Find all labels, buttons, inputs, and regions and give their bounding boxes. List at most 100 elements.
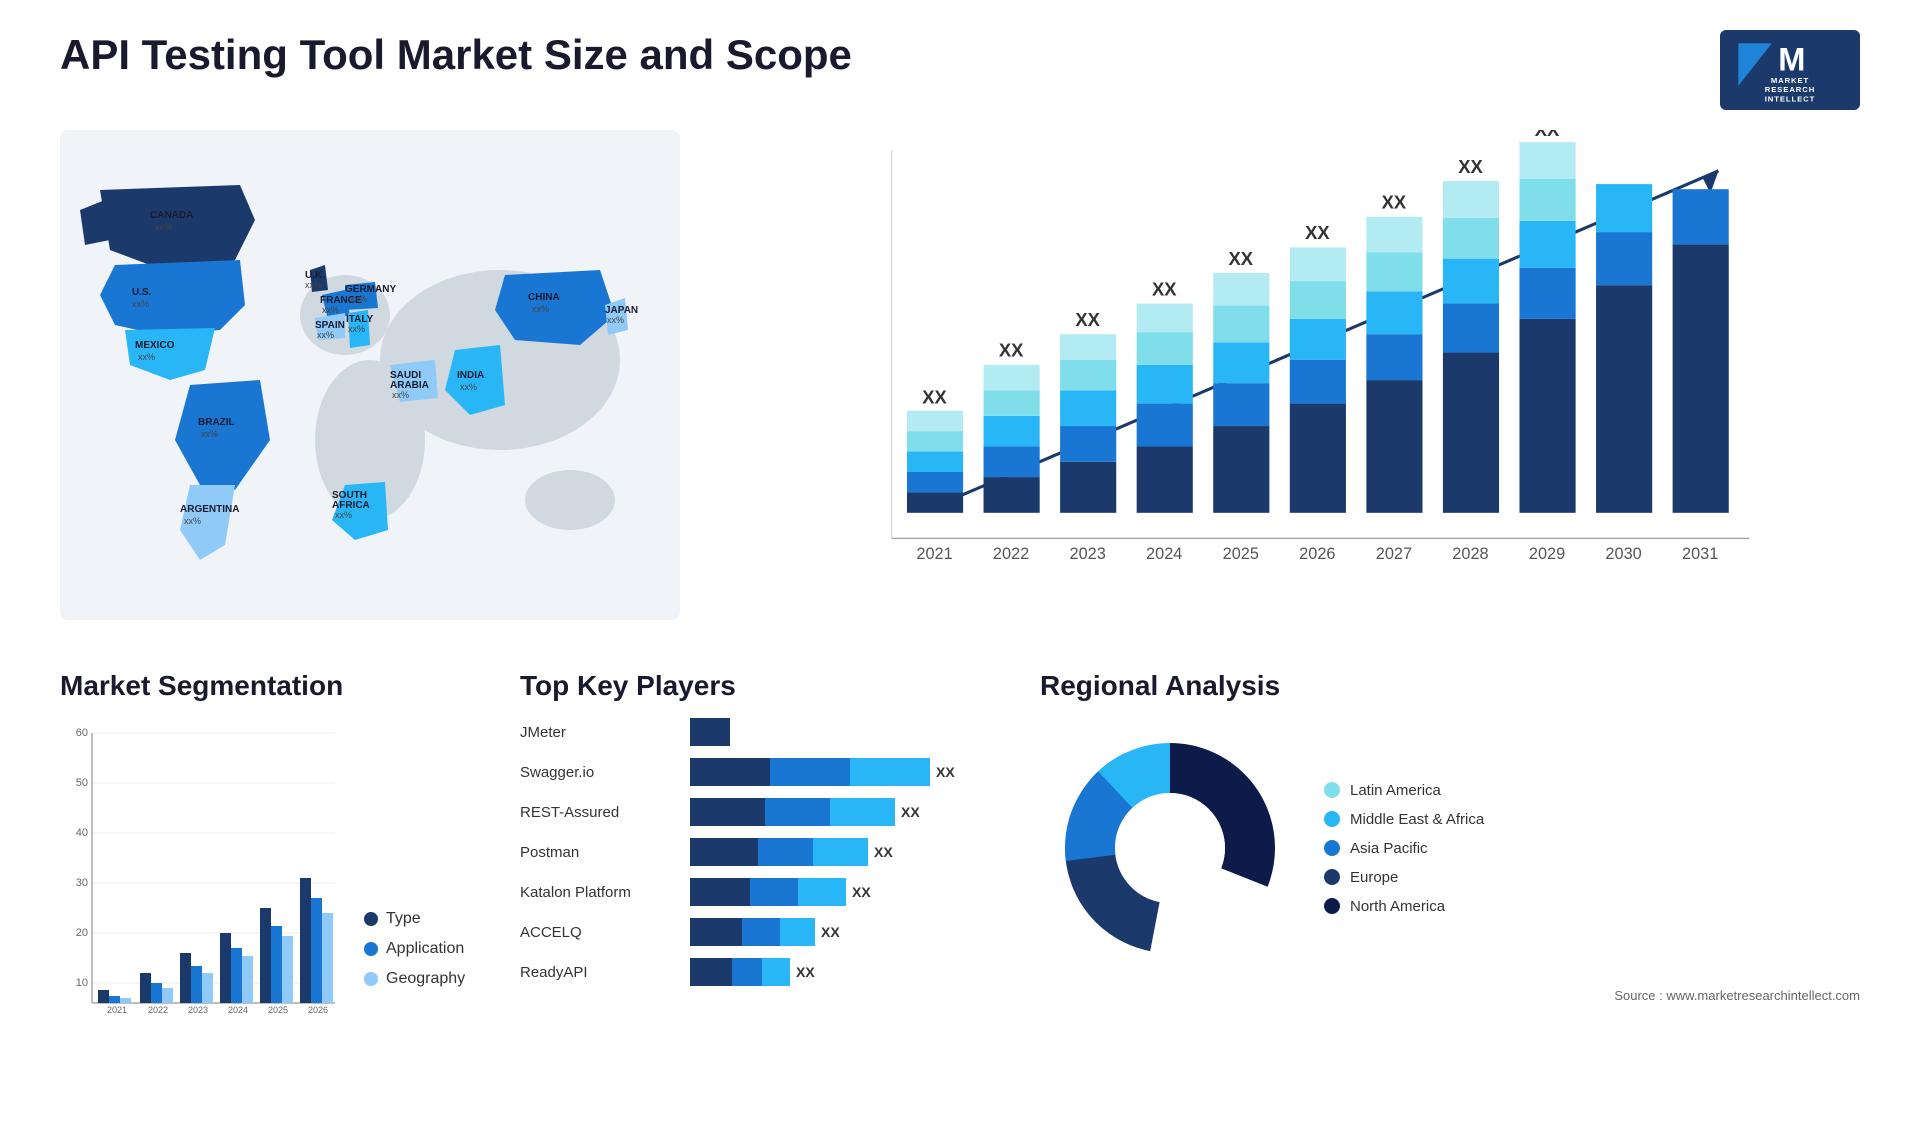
middle-east-africa-dot [1324, 811, 1340, 827]
geography-label: Geography [386, 970, 465, 988]
svg-text:U.S.: U.S. [132, 287, 152, 298]
player-bar [690, 758, 930, 786]
bar-seg3 [813, 838, 868, 866]
svg-text:xx%: xx% [335, 510, 352, 520]
geography-dot [364, 972, 378, 986]
bar-seg1 [690, 798, 765, 826]
bar-seg3 [762, 958, 790, 986]
europe-label: Europe [1350, 869, 1398, 886]
latin-america-dot [1324, 782, 1340, 798]
svg-text:xx%: xx% [392, 390, 409, 400]
svg-text:ARGENTINA: ARGENTINA [180, 504, 239, 515]
page-title: API Testing Tool Market Size and Scope [60, 30, 852, 80]
legend-north-america: North America [1324, 898, 1484, 915]
svg-text:2028: 2028 [1452, 545, 1488, 563]
svg-text:XX: XX [999, 340, 1024, 361]
svg-text:XX: XX [1382, 192, 1407, 213]
svg-text:2027: 2027 [1376, 545, 1412, 563]
svg-text:CANADA: CANADA [150, 210, 193, 221]
north-america-dot [1324, 898, 1340, 914]
player-xx: XX [821, 924, 840, 940]
svg-text:XX: XX [1229, 248, 1254, 269]
svg-text:CHINA: CHINA [528, 292, 560, 303]
bar-seg2 [732, 958, 762, 986]
map-container: CANADA xx% U.S. xx% MEXICO xx% BRAZIL xx… [60, 130, 680, 620]
legend-middle-east-africa: Middle East & Africa [1324, 811, 1484, 828]
player-xx: XX [901, 804, 920, 820]
player-name: JMeter [520, 724, 680, 741]
svg-text:2025: 2025 [268, 1005, 288, 1015]
svg-text:xx%: xx% [184, 516, 201, 526]
logo-area: M MARKET RESEARCH INTELLECT [1720, 30, 1860, 110]
svg-text:10: 10 [76, 977, 88, 989]
player-bar [690, 918, 815, 946]
player-bar-wrap: XX [690, 798, 1000, 826]
seg-chart-area: 60 50 40 30 20 10 [60, 718, 480, 1018]
player-row: Swagger.io XX [520, 758, 1000, 786]
svg-text:XX: XX [1305, 222, 1330, 243]
player-row: Postman XX [520, 838, 1000, 866]
player-bar-wrap: XX [690, 958, 1000, 986]
svg-text:XX: XX [1075, 309, 1100, 330]
svg-text:xx%: xx% [607, 315, 624, 325]
svg-text:2021: 2021 [916, 545, 952, 563]
regional-title: Regional Analysis [1040, 670, 1860, 702]
svg-text:2023: 2023 [188, 1005, 208, 1015]
player-bar [690, 878, 846, 906]
svg-text:xx%: xx% [155, 222, 172, 232]
player-bar [690, 838, 868, 866]
player-xx: XX [796, 964, 815, 980]
player-bar-wrap: XX [690, 918, 1000, 946]
svg-text:XX: XX [1152, 278, 1177, 299]
middle-east-africa-label: Middle East & Africa [1350, 811, 1484, 828]
player-bar-wrap [690, 718, 1000, 746]
europe-dot [1324, 869, 1340, 885]
bar-seg3 [798, 878, 846, 906]
svg-text:MARKET: MARKET [1771, 76, 1809, 85]
north-america-label: North America [1350, 898, 1445, 915]
application-label: Application [386, 940, 464, 958]
svg-text:XX: XX [1458, 156, 1483, 177]
player-xx: XX [874, 844, 893, 860]
logo-box: M MARKET RESEARCH INTELLECT [1720, 30, 1860, 110]
svg-text:xx%: xx% [350, 294, 367, 304]
player-name: ACCELQ [520, 924, 680, 941]
segmentation-section: Market Segmentation 60 50 40 30 20 10 [60, 670, 480, 1090]
svg-text:INTELLECT: INTELLECT [1765, 94, 1815, 103]
bar-seg2 [750, 878, 798, 906]
svg-text:xx%: xx% [317, 330, 334, 340]
svg-text:2030: 2030 [1605, 545, 1641, 563]
bar-seg2 [765, 798, 830, 826]
type-dot [364, 912, 378, 926]
application-dot [364, 942, 378, 956]
bar-seg3 [780, 918, 815, 946]
svg-text:xx%: xx% [322, 305, 339, 315]
svg-text:xx%: xx% [138, 352, 155, 362]
svg-text:2023: 2023 [1070, 545, 1106, 563]
bar-seg1 [690, 758, 770, 786]
svg-text:2022: 2022 [148, 1005, 168, 1015]
svg-text:2022: 2022 [993, 545, 1029, 563]
legend-geography: Geography [364, 970, 465, 988]
player-name: ReadyAPI [520, 964, 680, 981]
asia-pacific-label: Asia Pacific [1350, 840, 1428, 857]
svg-text:RESEARCH: RESEARCH [1765, 85, 1815, 94]
legend-application: Application [364, 940, 465, 958]
player-bar [690, 958, 790, 986]
player-bar [690, 718, 730, 746]
bar-seg3 [830, 798, 895, 826]
svg-text:50: 50 [76, 777, 88, 789]
player-bar-wrap: XX [690, 838, 1000, 866]
type-label: Type [386, 910, 421, 928]
svg-text:2025: 2025 [1223, 545, 1259, 563]
player-xx: XX [936, 764, 955, 780]
source-text: Source : www.marketresearchintellect.com [1040, 988, 1860, 1003]
svg-text:20: 20 [76, 927, 88, 939]
player-bar-wrap: XX [690, 758, 1000, 786]
header: API Testing Tool Market Size and Scope M… [60, 30, 1860, 110]
svg-text:xx%: xx% [201, 429, 218, 439]
bottom-section: Market Segmentation 60 50 40 30 20 10 [60, 670, 1860, 1090]
bar-seg1 [690, 958, 732, 986]
svg-text:XX: XX [1535, 130, 1560, 140]
growth-bar-chart: XX XX XX XX [740, 130, 1860, 620]
